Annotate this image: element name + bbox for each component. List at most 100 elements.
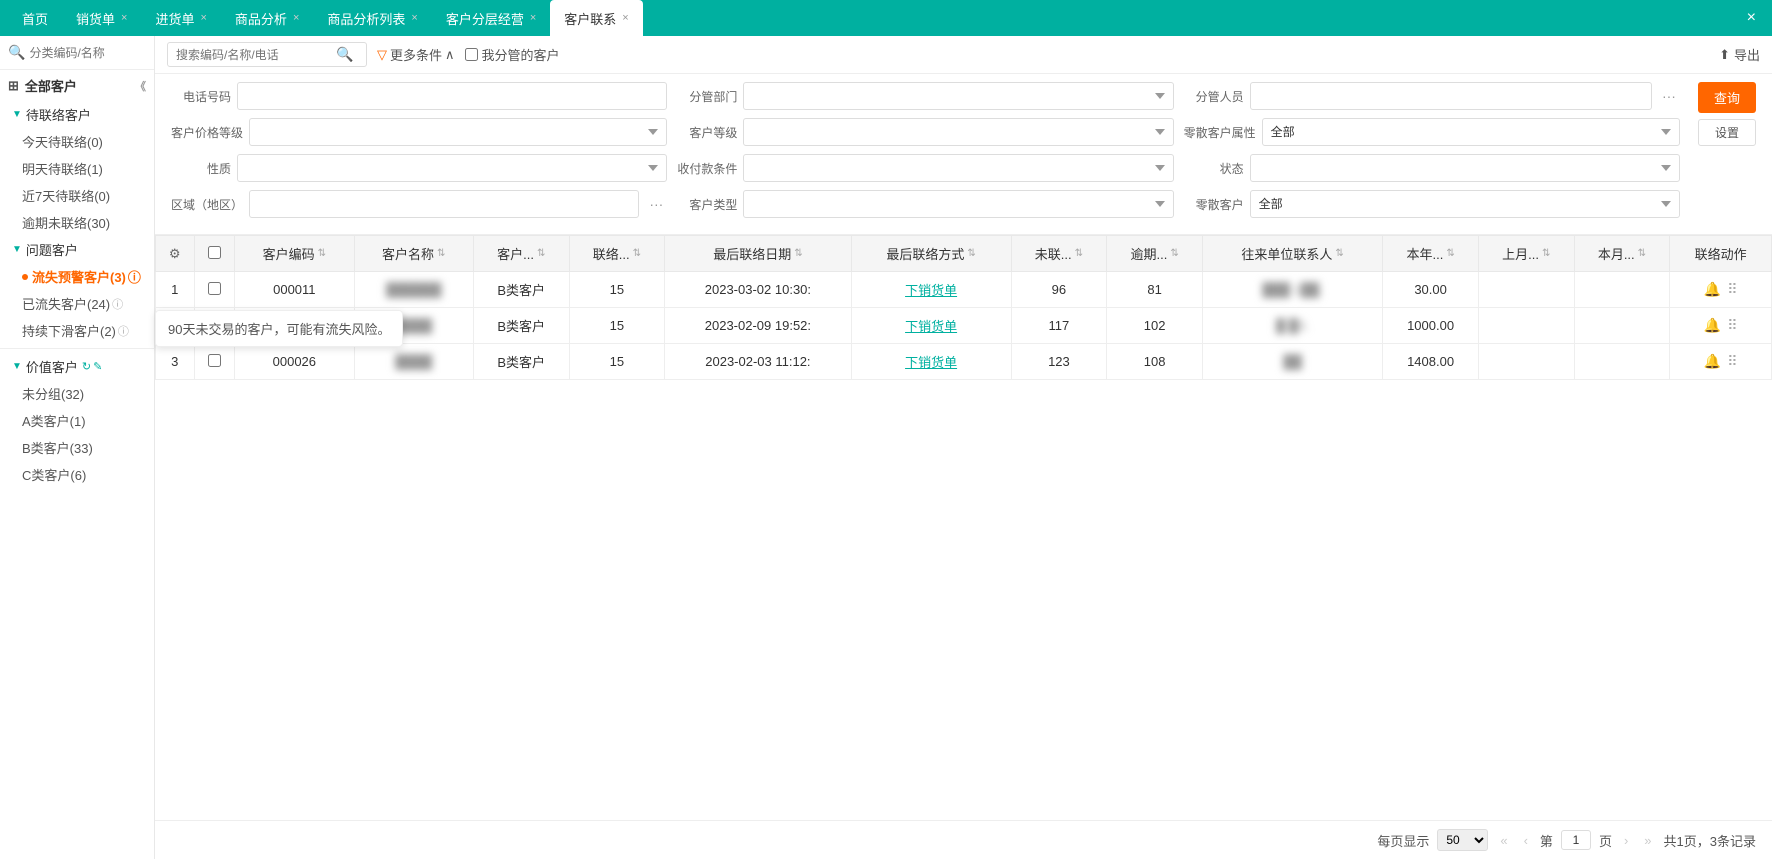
close-customer-contact-tab[interactable]: × <box>622 12 628 24</box>
th-last-month[interactable]: 上月... ⇅ <box>1478 236 1574 272</box>
th-last-contact-method[interactable]: 最后联络方式 ⇅ <box>851 236 1011 272</box>
nav-tab-analysis[interactable]: 商品分析 × <box>221 0 313 36</box>
dept-select[interactable] <box>743 82 1173 110</box>
th-this-month[interactable]: 本月... ⇅ <box>1574 236 1670 272</box>
contact-icon-1[interactable]: 🔔 <box>1704 281 1721 298</box>
nav-tab-analysis-list[interactable]: 商品分析列表 × <box>313 0 431 36</box>
retail-attr-select[interactable]: 全部 <box>1262 118 1680 146</box>
filter-panel: 电话号码 分管部门 分管人员 ··· <box>155 74 1772 235</box>
cell-method-1[interactable]: 下销货单 <box>851 272 1011 308</box>
close-sales-tab[interactable]: × <box>121 12 127 24</box>
contact-method-link-1[interactable]: 下销货单 <box>905 283 957 298</box>
filter-retail-customer: 零散客户 全部 <box>1184 190 1680 218</box>
close-analysis-list-tab[interactable]: × <box>411 12 417 24</box>
sidebar-item-class-a[interactable]: A类客户(1) <box>0 407 154 434</box>
nav-tab-customer-layer[interactable]: 客户分层经营 × <box>432 0 550 36</box>
search-button[interactable]: 🔍 <box>336 46 353 63</box>
th-overdue[interactable]: 逾期... ⇅ <box>1107 236 1203 272</box>
select-all-checkbox[interactable] <box>208 246 221 259</box>
sidebar-item-7days[interactable]: 近7天待联络(0) <box>0 182 154 209</box>
warning-icon: ⓘ <box>128 267 141 286</box>
customer-type-select[interactable] <box>743 190 1173 218</box>
row-checkbox-3[interactable] <box>208 354 221 367</box>
my-customer-check[interactable] <box>465 48 478 61</box>
region-more-btn[interactable]: ··· <box>645 196 667 212</box>
status-select[interactable] <box>1250 154 1680 182</box>
close-analysis-tab[interactable]: × <box>293 12 299 24</box>
th-customer-type[interactable]: 客户... ⇅ <box>473 236 569 272</box>
sidebar-item-overdue[interactable]: 逾期未联络(30) <box>0 209 154 236</box>
price-level-select[interactable] <box>249 118 667 146</box>
sidebar-search-input[interactable] <box>29 46 155 60</box>
contact-method-link-2[interactable]: 下销货单 <box>905 319 957 334</box>
region-input[interactable] <box>249 190 639 218</box>
sidebar-item-today[interactable]: 今天待联络(0) <box>0 128 154 155</box>
prev-page-btn[interactable]: ‹ <box>1520 831 1532 850</box>
sidebar-item-class-c[interactable]: C类客户(6) <box>0 461 154 488</box>
filter-customer-level: 客户等级 <box>677 118 1173 146</box>
row-checkbox-1[interactable] <box>208 282 221 295</box>
cell-method-3[interactable]: 下销货单 <box>851 344 1011 380</box>
table-gear-icon[interactable]: ⚙ <box>169 246 181 261</box>
more-action-icon-3[interactable]: ⠿ <box>1727 353 1737 370</box>
query-button[interactable]: 查询 <box>1698 82 1756 113</box>
filter-phone: 电话号码 <box>171 82 667 110</box>
payment-select[interactable] <box>743 154 1173 182</box>
more-filter-btn[interactable]: ▽ 更多条件 ∧ <box>377 45 455 64</box>
nature-select[interactable] <box>237 154 667 182</box>
cell-date-2: 2023-02-09 19:52: <box>665 308 851 344</box>
th-this-year[interactable]: 本年... ⇅ <box>1383 236 1479 272</box>
my-customer-checkbox[interactable]: 我分管的客户 <box>465 45 560 64</box>
nav-home[interactable]: 首页 <box>8 0 62 36</box>
sidebar-item-churned[interactable]: 已流失客户(24) ⓘ <box>0 290 154 317</box>
cell-person-1: ███ 1██. <box>1202 272 1382 308</box>
contact-icon-3[interactable]: 🔔 <box>1704 353 1721 370</box>
close-all-tabs[interactable]: × <box>1739 9 1764 27</box>
nav-tab-purchase[interactable]: 进货单 × <box>141 0 220 36</box>
next-page-btn[interactable]: › <box>1620 831 1632 850</box>
refresh-icon[interactable]: ↻ <box>82 360 91 373</box>
th-uncontacted[interactable]: 未联... ⇅ <box>1011 236 1107 272</box>
retail-customer-select[interactable]: 全部 <box>1250 190 1680 218</box>
contact-icon-2[interactable]: 🔔 <box>1704 317 1721 334</box>
arrow-icon-3: ▼ <box>12 361 22 372</box>
edit-icon[interactable]: ✎ <box>93 360 102 373</box>
th-contact-person[interactable]: 往来单位联系人 ⇅ <box>1202 236 1382 272</box>
close-customer-layer-tab[interactable]: × <box>530 12 536 24</box>
all-customers-title[interactable]: ⊞ 全部客户 《 <box>0 70 154 101</box>
sidebar-item-declining[interactable]: 持续下滑客户(2) ⓘ <box>0 317 154 344</box>
customer-level-select[interactable] <box>743 118 1173 146</box>
nav-tab-customer-contact[interactable]: 客户联系 × <box>550 0 642 36</box>
sidebar-item-class-b[interactable]: B类客户(33) <box>0 434 154 461</box>
last-page-btn[interactable]: » <box>1640 831 1655 850</box>
sidebar-item-tomorrow[interactable]: 明天待联络(1) <box>0 155 154 182</box>
cell-actions-2: 🔔 ⠿ <box>1670 308 1772 344</box>
manager-more-btn[interactable]: ··· <box>1658 88 1680 104</box>
group-pending-contact[interactable]: ▼ 待联络客户 <box>0 101 154 128</box>
th-last-contact-date[interactable]: 最后联络日期 ⇅ <box>665 236 851 272</box>
cell-type-3: B类客户 <box>473 344 569 380</box>
page-input[interactable] <box>1561 830 1591 850</box>
th-contact[interactable]: 联络... ⇅ <box>569 236 665 272</box>
sidebar-item-churn-warning[interactable]: 流失预警客户(3) ⓘ <box>0 263 154 290</box>
contact-method-link-3[interactable]: 下销货单 <box>905 355 957 370</box>
close-purchase-tab[interactable]: × <box>200 12 206 24</box>
page-size-select[interactable]: 20 50 100 <box>1437 829 1488 851</box>
top-nav: 首页 销货单 × 进货单 × 商品分析 × 商品分析列表 × 客户分层经营 × … <box>0 0 1772 36</box>
sidebar-item-ungrouped[interactable]: 未分组(32) <box>0 380 154 407</box>
group-value-customers[interactable]: ▼ 价值客户 ↻ ✎ <box>0 353 154 380</box>
group-problem-customers[interactable]: ▼ 问题客户 <box>0 236 154 263</box>
cell-method-2[interactable]: 下销货单 <box>851 308 1011 344</box>
setting-button[interactable]: 设置 <box>1698 119 1756 146</box>
search-input[interactable] <box>176 48 336 62</box>
th-name[interactable]: 客户名称 ⇅ <box>354 236 473 272</box>
more-action-icon-2[interactable]: ⠿ <box>1727 317 1737 334</box>
export-btn[interactable]: ⬆ 导出 <box>1719 45 1760 64</box>
manager-input[interactable] <box>1250 82 1652 110</box>
sort-method-icon: ⇅ <box>967 248 975 259</box>
first-page-btn[interactable]: « <box>1496 831 1511 850</box>
phone-input[interactable] <box>237 82 667 110</box>
more-action-icon-1[interactable]: ⠿ <box>1727 281 1737 298</box>
th-code[interactable]: 客户编码 ⇅ <box>235 236 354 272</box>
nav-tab-sales[interactable]: 销货单 × <box>62 0 141 36</box>
